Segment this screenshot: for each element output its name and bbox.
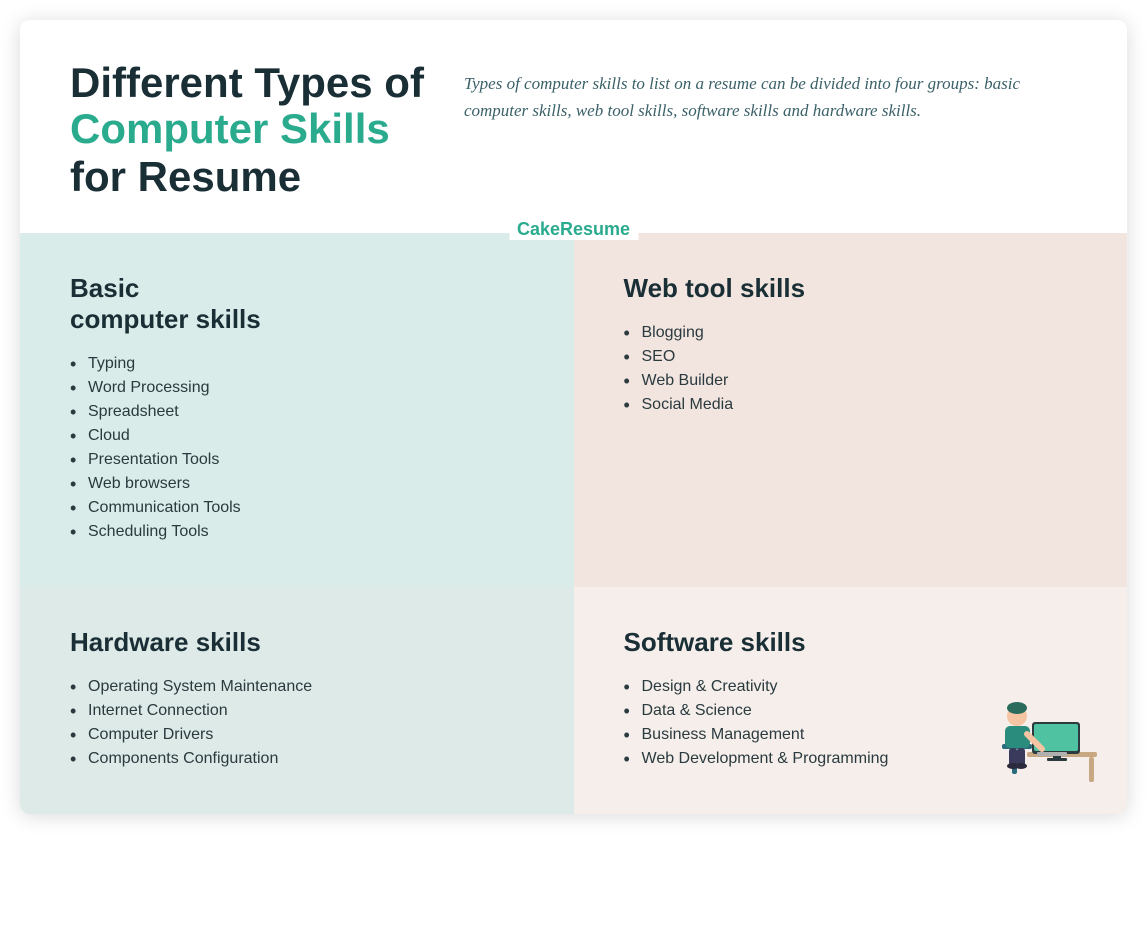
list-item: Web Builder — [624, 372, 1078, 390]
list-item: Operating System Maintenance — [70, 678, 524, 696]
hardware-skills-title: Hardware skills — [70, 627, 524, 658]
list-item: Internet Connection — [70, 702, 524, 720]
title-line1: Different Types of — [70, 60, 424, 106]
basic-skills-list: Typing Word Processing Spreadsheet Cloud… — [70, 355, 524, 541]
web-skills-title: Web tool skills — [624, 273, 1078, 304]
basic-skills-cell: Basiccomputer skills Typing Word Process… — [20, 233, 574, 587]
title-line3: for Resume — [70, 152, 424, 202]
list-item: Communication Tools — [70, 499, 524, 517]
list-item: SEO — [624, 348, 1078, 366]
watermark: CakeResume — [509, 219, 638, 240]
list-item: Social Media — [624, 396, 1078, 414]
software-skills-title: Software skills — [624, 627, 1078, 658]
title-line2: Computer Skills — [70, 106, 424, 152]
web-skills-cell: Web tool skills Blogging SEO Web Builder… — [574, 233, 1128, 587]
description-text: Types of computer skills to list on a re… — [464, 70, 1077, 124]
list-item: Blogging — [624, 324, 1078, 342]
hardware-skills-cell: Hardware skills Operating System Mainten… — [20, 587, 574, 814]
person-illustration — [977, 664, 1107, 794]
list-item: Spreadsheet — [70, 403, 524, 421]
list-item: Presentation Tools — [70, 451, 524, 469]
list-item: Computer Drivers — [70, 726, 524, 744]
web-skills-list: Blogging SEO Web Builder Social Media — [624, 324, 1078, 414]
software-skills-cell: Software skills Design & Creativity Data… — [574, 587, 1128, 814]
header: Different Types of Computer Skills for R… — [20, 20, 1127, 233]
list-item: Cloud — [70, 427, 524, 445]
list-item: Typing — [70, 355, 524, 373]
skills-grid: CakeResume Basiccomputer skills Typing W… — [20, 233, 1127, 815]
list-item: Scheduling Tools — [70, 523, 524, 541]
list-item: Word Processing — [70, 379, 524, 397]
basic-skills-title: Basiccomputer skills — [70, 273, 524, 335]
page-container: Different Types of Computer Skills for R… — [20, 20, 1127, 814]
description-block: Types of computer skills to list on a re… — [464, 60, 1077, 124]
hardware-skills-list: Operating System Maintenance Internet Co… — [70, 678, 524, 768]
list-item: Components Configuration — [70, 750, 524, 768]
title-block: Different Types of Computer Skills for R… — [70, 60, 424, 203]
list-item: Web browsers — [70, 475, 524, 493]
